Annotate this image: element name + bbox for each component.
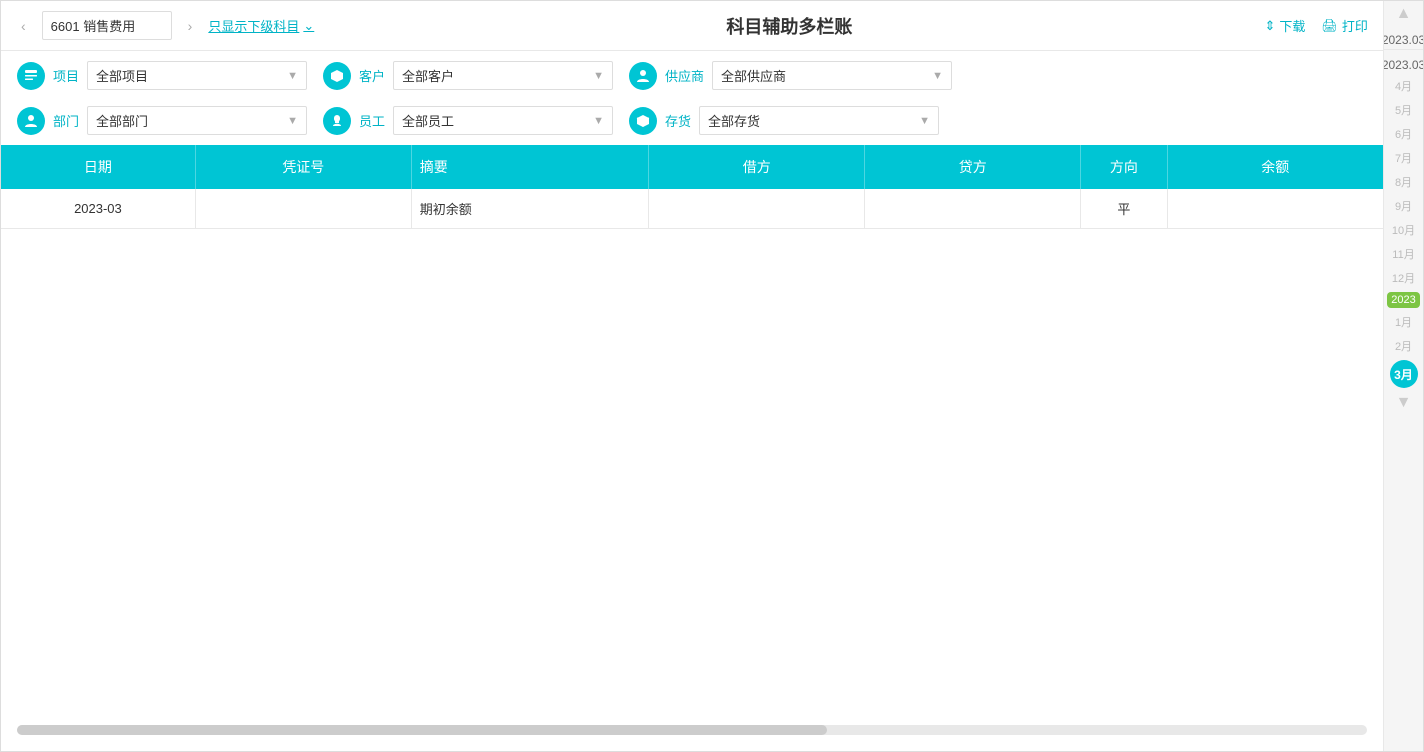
cell-credit <box>865 189 1081 229</box>
department-label: 部门 <box>53 111 79 130</box>
timeline-header-2[interactable]: 2023.03 <box>1383 52 1423 74</box>
table-wrapper: 日期 凭证号 摘要 借方 贷方 方向 余额 2023-03 期初余额 平 <box>1 145 1383 229</box>
scrollbar-area[interactable] <box>1 725 1383 735</box>
inventory-select-arrow: ▼ <box>919 115 930 127</box>
timeline-month-2[interactable]: 2月 <box>1384 334 1423 358</box>
timeline-down-arrow[interactable]: ▼ <box>1396 390 1412 416</box>
table-row: 2023-03 期初余额 平 <box>1 189 1383 229</box>
show-sub-toggle[interactable]: 只显示下级科目 ⌄ <box>208 16 314 35</box>
supplier-select-arrow: ▼ <box>932 70 943 82</box>
print-icon: 🖨 <box>1321 18 1338 34</box>
timeline-month-7[interactable]: 7月 <box>1384 146 1423 170</box>
supplier-select[interactable]: 全部供应商 ▼ <box>712 61 952 90</box>
filter-employee: 员工 全部员工 ▼ <box>323 106 613 135</box>
customer-select-arrow: ▼ <box>593 70 604 82</box>
chevron-down-icon: ⌄ <box>303 18 314 34</box>
col-header-date: 日期 <box>1 145 195 189</box>
supplier-label: 供应商 <box>665 66 704 85</box>
project-label: 项目 <box>53 66 79 85</box>
cell-date: 2023-03 <box>1 189 195 229</box>
filter-supplier: 供应商 全部供应商 ▼ <box>629 61 952 90</box>
employee-icon <box>323 107 351 135</box>
col-header-direction: 方向 <box>1081 145 1167 189</box>
scrollbar-track <box>17 725 1367 735</box>
download-icon: ⇕ <box>1264 18 1275 34</box>
department-select[interactable]: 全部部门 ▼ <box>87 106 307 135</box>
timeline: ▲ 2023.03 2023.03 4月 5月 6月 7月 8月 9月 10月 … <box>1383 1 1423 751</box>
customer-label: 客户 <box>359 66 385 85</box>
employee-select-arrow: ▼ <box>593 115 604 127</box>
main-window: ‹ 6601 销售费用 › 只显示下级科目 ⌄ 科目辅助多栏账 ⇕ 下载 🖨 打… <box>0 0 1424 752</box>
timeline-month-1[interactable]: 1月 <box>1384 310 1423 334</box>
print-button[interactable]: 🖨 打印 <box>1321 16 1368 35</box>
filter-row-2: 部门 全部部门 ▼ 员工 全部员工 ▼ 存货 <box>17 106 1407 135</box>
col-header-credit: 贷方 <box>865 145 1081 189</box>
cell-direction: 平 <box>1081 189 1167 229</box>
filter-department: 部门 全部部门 ▼ <box>17 106 307 135</box>
col-header-balance: 余额 <box>1167 145 1383 189</box>
filter-area: 项目 全部项目 ▼ 客户 全部客户 ▼ 供应 <box>1 51 1423 145</box>
project-icon <box>17 62 45 90</box>
cell-summary: 期初余额 <box>411 189 649 229</box>
table-header-row: 日期 凭证号 摘要 借方 贷方 方向 余额 <box>1 145 1383 189</box>
timeline-up-arrow[interactable]: ▲ <box>1396 1 1412 27</box>
cell-voucher <box>195 189 411 229</box>
inventory-label: 存货 <box>665 111 691 130</box>
cell-debit <box>649 189 865 229</box>
header: ‹ 6601 销售费用 › 只显示下级科目 ⌄ 科目辅助多栏账 ⇕ 下载 🖨 打… <box>1 1 1423 51</box>
download-button[interactable]: ⇕ 下载 <box>1264 16 1305 35</box>
timeline-month-9[interactable]: 9月 <box>1384 194 1423 218</box>
project-select-arrow: ▼ <box>287 70 298 82</box>
timeline-month-4[interactable]: 4月 <box>1384 74 1423 98</box>
timeline-month-10[interactable]: 10月 <box>1384 218 1423 242</box>
page-title: 科目辅助多栏账 <box>326 13 1252 39</box>
filter-project: 项目 全部项目 ▼ <box>17 61 307 90</box>
inventory-select[interactable]: 全部存货 ▼ <box>699 106 939 135</box>
scrollbar-thumb[interactable] <box>17 725 827 735</box>
department-icon <box>17 107 45 135</box>
account-code: 6601 销售费用 <box>42 11 172 40</box>
timeline-month-11[interactable]: 11月 <box>1384 242 1423 266</box>
timeline-header-1[interactable]: 2023.03 <box>1383 27 1423 50</box>
employee-label: 员工 <box>359 111 385 130</box>
timeline-month-12[interactable]: 12月 <box>1384 266 1423 290</box>
filter-row-1: 项目 全部项目 ▼ 客户 全部客户 ▼ 供应 <box>17 61 1407 90</box>
data-table: 日期 凭证号 摘要 借方 贷方 方向 余额 2023-03 期初余额 平 <box>1 145 1383 229</box>
col-header-voucher: 凭证号 <box>195 145 411 189</box>
filter-inventory: 存货 全部存货 ▼ <box>629 106 939 135</box>
cell-balance <box>1167 189 1383 229</box>
timeline-month-8[interactable]: 8月 <box>1384 170 1423 194</box>
timeline-month-3-active[interactable]: 3月 <box>1390 360 1418 388</box>
timeline-month-6[interactable]: 6月 <box>1384 122 1423 146</box>
col-header-summary: 摘要 <box>411 145 649 189</box>
timeline-month-5[interactable]: 5月 <box>1384 98 1423 122</box>
project-select[interactable]: 全部项目 ▼ <box>87 61 307 90</box>
customer-icon <box>323 62 351 90</box>
customer-select[interactable]: 全部客户 ▼ <box>393 61 613 90</box>
inventory-icon <box>629 107 657 135</box>
col-header-debit: 借方 <box>649 145 865 189</box>
employee-select[interactable]: 全部员工 ▼ <box>393 106 613 135</box>
timeline-year-2023[interactable]: 2023 <box>1387 292 1419 308</box>
filter-customer: 客户 全部客户 ▼ <box>323 61 613 90</box>
next-account-button[interactable]: › <box>184 16 197 36</box>
prev-account-button[interactable]: ‹ <box>17 16 30 36</box>
supplier-icon <box>629 62 657 90</box>
department-select-arrow: ▼ <box>287 115 298 127</box>
